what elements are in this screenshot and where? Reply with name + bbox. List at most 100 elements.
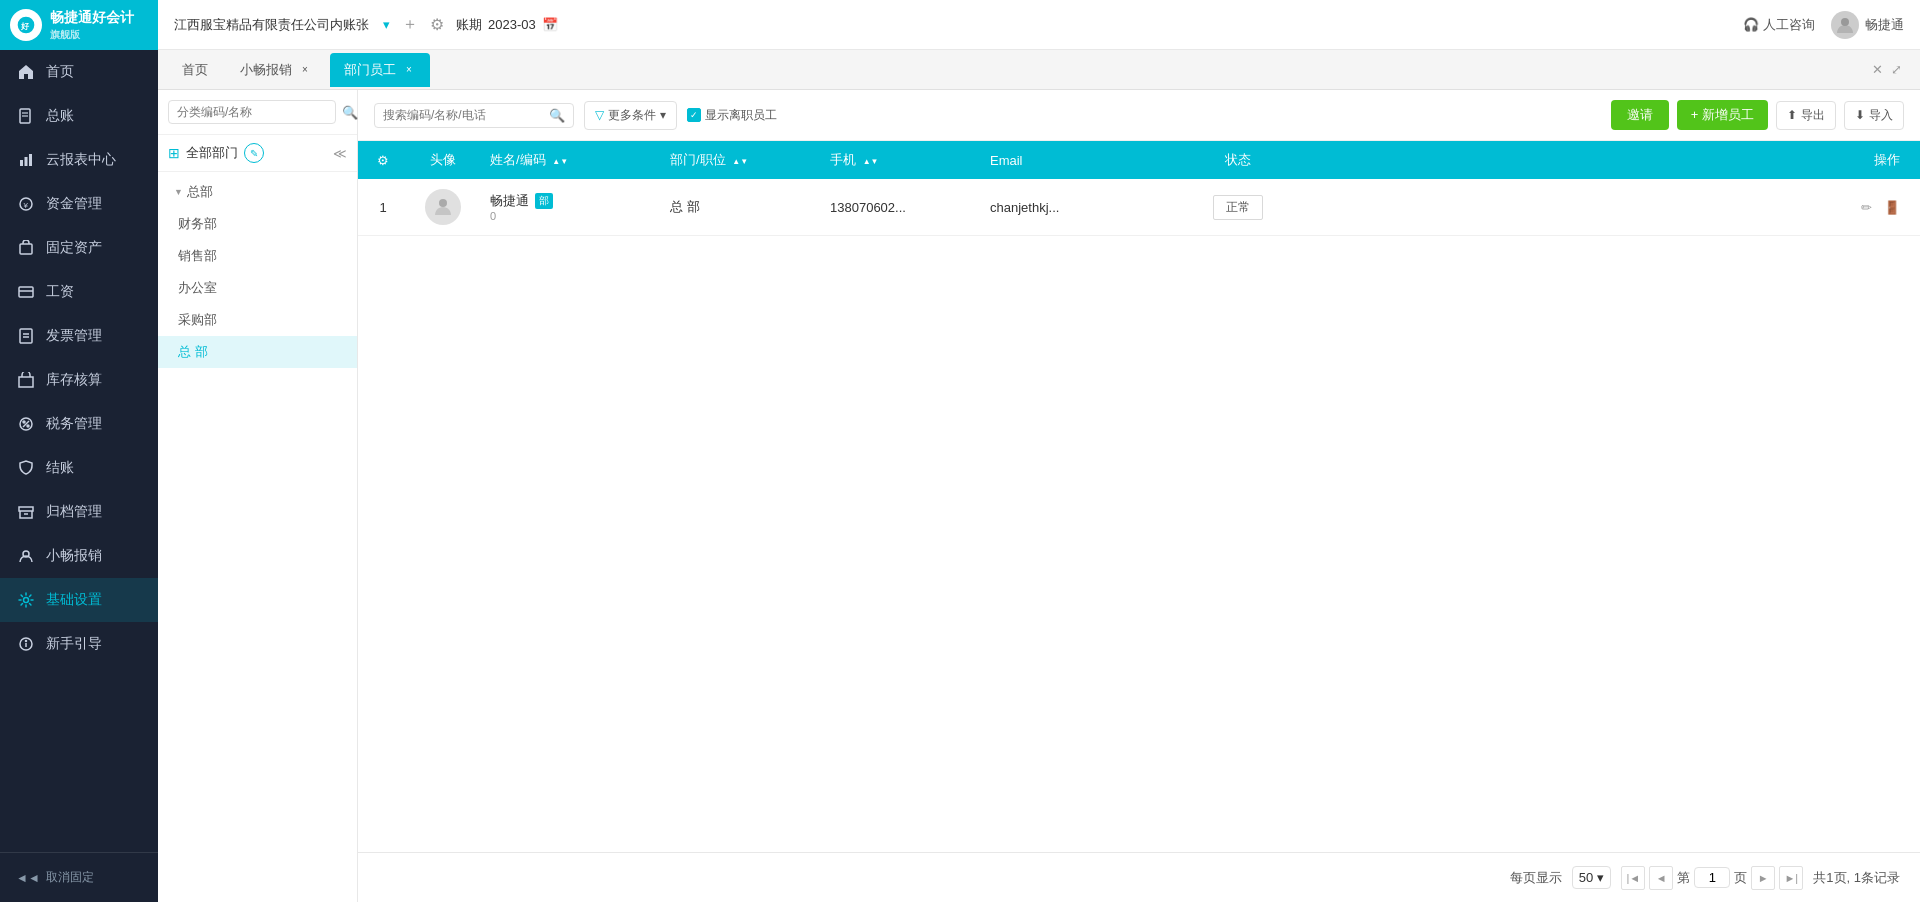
sidebar-item-ledger[interactable]: 总账 (0, 94, 158, 138)
more-filter-button[interactable]: ▽ 更多条件 ▾ (584, 101, 677, 130)
employee-search-icon[interactable]: 🔍 (549, 108, 565, 123)
dept-item-office[interactable]: 办公室 (158, 272, 357, 304)
company-dropdown-icon[interactable]: ▾ (383, 17, 390, 32)
archive-icon (16, 502, 36, 522)
calendar-icon[interactable]: 📅 (542, 17, 558, 32)
per-page-dropdown-icon: ▾ (1597, 870, 1604, 885)
page-first-button[interactable]: |◄ (1621, 866, 1645, 890)
name-sort-icon[interactable]: ▲▼ (552, 158, 568, 166)
page-unit-label: 页 (1734, 869, 1747, 887)
th-dept[interactable]: 部门/职位 ▲▼ (658, 141, 818, 179)
per-page-select[interactable]: 50 ▾ (1572, 866, 1611, 889)
show-resigned-toggle[interactable]: ✓ 显示离职员工 (687, 107, 777, 124)
dept-item-general[interactable]: 总 部 (158, 336, 357, 368)
pin-icon: ◄◄ (16, 871, 40, 885)
table-settings-icon[interactable]: ⚙ (377, 153, 389, 168)
tab-employee[interactable]: 部门员工 × (330, 53, 430, 87)
dept-tree: ▼ 总部 财务部 销售部 办公室 采购部 总 部 (158, 172, 357, 902)
sidebar-item-home[interactable]: 首页 (0, 50, 158, 94)
employee-search-input[interactable] (383, 108, 543, 122)
sidebar-footer: ◄◄ 取消固定 (0, 852, 158, 902)
dept-sort-icon[interactable]: ▲▼ (732, 158, 748, 166)
add-dept-icon[interactable]: ✎ (244, 143, 264, 163)
tab-employee-close[interactable]: × (402, 63, 416, 77)
expand-window-icon[interactable]: ⤢ (1891, 62, 1902, 77)
th-settings[interactable]: ⚙ (358, 141, 408, 179)
pagination: 每页显示 50 ▾ |◄ ◄ 第 页 ► ►| 共1页, 1条记录 (358, 852, 1920, 902)
filter-icon: ▽ (595, 108, 604, 122)
th-name[interactable]: 姓名/编码 ▲▼ (478, 141, 658, 179)
add-company-icon[interactable]: ＋ (402, 14, 418, 35)
dept-search-area: 🔍 (158, 90, 357, 135)
edit-employee-button[interactable]: ✏ (1861, 200, 1872, 215)
close-window-icon[interactable]: ✕ (1872, 62, 1883, 77)
sidebar-item-settings[interactable]: 基础设置 (0, 578, 158, 622)
row-name-cell: 畅捷通 部 0 (478, 179, 658, 236)
import-icon: ⬇ (1855, 108, 1865, 122)
all-dept-header[interactable]: ⊞ 全部部门 ✎ ≪ (158, 135, 357, 172)
tab-home[interactable]: 首页 (168, 53, 222, 87)
sidebar-item-funds[interactable]: ¥ 资金管理 (0, 182, 158, 226)
close-book-icon (16, 458, 36, 478)
money-icon: ¥ (16, 194, 36, 214)
export-button[interactable]: ⬆ 导出 (1776, 101, 1836, 130)
sidebar-item-inventory[interactable]: 库存核算 (0, 358, 158, 402)
sidebar-item-archive[interactable]: 归档管理 (0, 490, 158, 534)
home-icon (16, 62, 36, 82)
phone-sort-icon[interactable]: ▲▼ (863, 158, 879, 166)
svg-rect-5 (20, 160, 23, 166)
topbar-settings-icon[interactable]: ⚙ (430, 15, 444, 34)
th-phone[interactable]: 手机 ▲▼ (818, 141, 978, 179)
page-prev-button[interactable]: ◄ (1649, 866, 1673, 890)
dept-item-finance[interactable]: 财务部 (158, 208, 357, 240)
sidebar-item-guide[interactable]: 新手引导 (0, 622, 158, 666)
sidebar-item-reports[interactable]: 云报表中心 (0, 138, 158, 182)
book-icon (16, 106, 36, 126)
user-menu[interactable]: 畅捷通 (1831, 11, 1904, 39)
employee-table-container: ⚙ 头像 姓名/编码 ▲▼ 部门/职位 ▲▼ (358, 141, 1920, 852)
tax-icon (16, 414, 36, 434)
row-dept-cell: 总 部 (658, 179, 818, 236)
add-employee-button[interactable]: + 新增员工 (1677, 100, 1768, 130)
tab-report-close[interactable]: × (298, 63, 312, 77)
sidebar-item-tax[interactable]: 税务管理 (0, 402, 158, 446)
import-button[interactable]: ⬇ 导入 (1844, 101, 1904, 130)
topbar: 江西服宝精品有限责任公司内账张 ▾ ＋ ⚙ 账期 2023-03 📅 🎧 人工咨… (158, 0, 1920, 50)
collapse-icon[interactable]: ≪ (333, 146, 347, 161)
page-last-button[interactable]: ►| (1779, 866, 1803, 890)
salary-icon (16, 282, 36, 302)
left-panel: 🔍 ⊞ 全部部门 ✎ ≪ ▼ 总部 财务部 销售部 办公室 采购部 总 部 (158, 90, 358, 902)
sidebar-item-assets[interactable]: 固定资产 (0, 226, 158, 270)
row-phone-cell: 138070602... (818, 179, 978, 236)
tab-report[interactable]: 小畅报销 × (226, 53, 326, 87)
settings-nav-icon (16, 590, 36, 610)
service-button[interactable]: 🎧 人工咨询 (1743, 16, 1815, 34)
employee-toolbar: 🔍 ▽ 更多条件 ▾ ✓ 显示离职员工 邀请 + 新增员工 ⬆ 导出 (358, 90, 1920, 141)
avatar (425, 189, 461, 225)
sidebar-item-close[interactable]: 结账 (0, 446, 158, 490)
sidebar-item-salary[interactable]: 工资 (0, 270, 158, 314)
report-icon (16, 546, 36, 566)
svg-point-24 (24, 598, 29, 603)
cancel-pin-button[interactable]: ◄◄ 取消固定 (16, 863, 142, 892)
invite-button[interactable]: 邀请 (1611, 100, 1669, 130)
svg-point-19 (23, 421, 25, 423)
employee-name-text: 畅捷通 (490, 192, 529, 210)
guide-icon (16, 634, 36, 654)
sidebar-item-report[interactable]: 小畅报销 (0, 534, 158, 578)
row-email-cell: chanjethkj... (978, 179, 1178, 236)
row-index: 1 (358, 179, 408, 236)
page-number-input[interactable] (1694, 867, 1730, 888)
dept-item-purchase[interactable]: 采购部 (158, 304, 357, 336)
page-next-button[interactable]: ► (1751, 866, 1775, 890)
svg-rect-10 (20, 244, 32, 254)
dept-item-sales[interactable]: 销售部 (158, 240, 357, 272)
dept-search-icon[interactable]: 🔍 (342, 105, 358, 120)
delete-employee-button[interactable]: 🚪 (1884, 200, 1900, 215)
row-avatar-cell (408, 179, 478, 236)
dept-parent-hq[interactable]: ▼ 总部 (158, 176, 357, 208)
dept-search-input[interactable] (168, 100, 336, 124)
sidebar-item-invoice[interactable]: 发票管理 (0, 314, 158, 358)
th-avatar: 头像 (408, 141, 478, 179)
th-status: 状态 (1178, 141, 1298, 179)
